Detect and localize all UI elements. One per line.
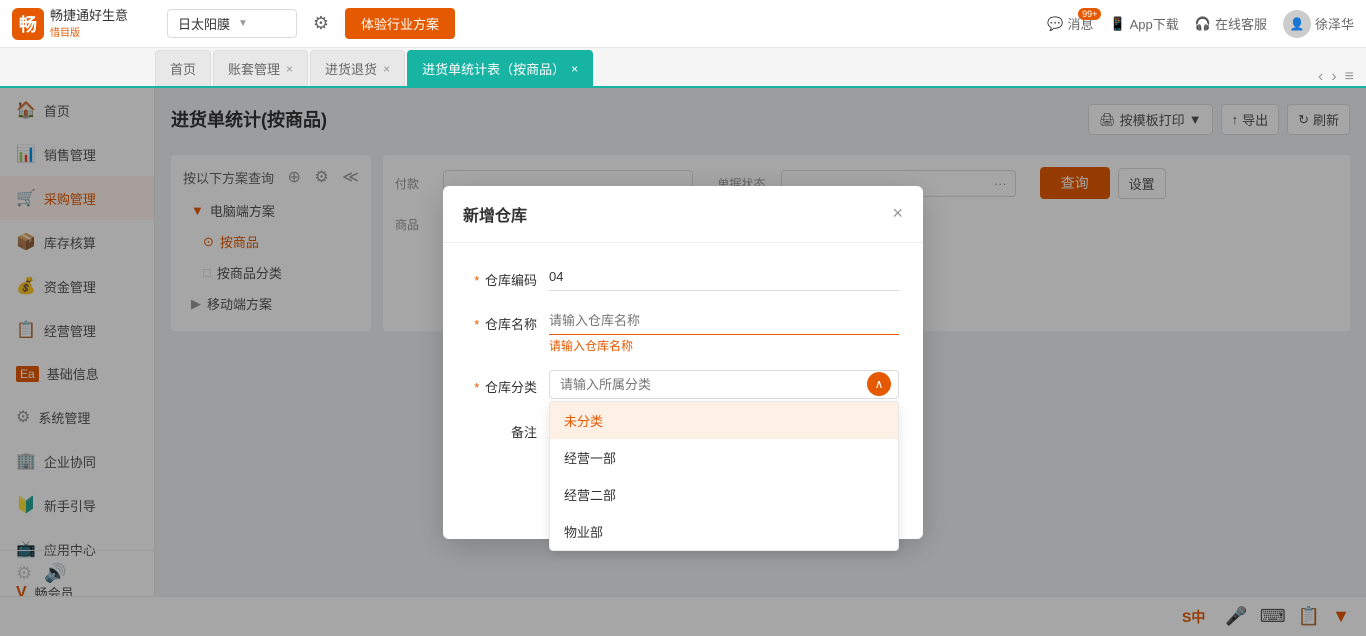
tab-purchase-stat-label: 进货单统计表（按商品）	[422, 59, 565, 78]
code-field-wrap	[549, 263, 899, 291]
logo-sub-text: 惜目版	[50, 24, 128, 39]
tab-purchase-stat[interactable]: 进货单统计表（按商品） ×	[407, 50, 593, 86]
trial-button[interactable]: 体验行业方案	[345, 8, 455, 39]
tab-accounts-label: 账套管理	[228, 59, 280, 78]
tab-purchase-return-label: 进货退货	[325, 59, 377, 78]
name-label: * 仓库名称	[467, 307, 537, 333]
dropdown-item-dept2[interactable]: 经营二部	[550, 476, 898, 513]
store-selector[interactable]: 日太阳膜 ▼	[167, 9, 297, 38]
online-service-btn[interactable]: 🎧 在线客服	[1195, 14, 1267, 33]
tab-home-label: 首页	[170, 59, 196, 78]
new-warehouse-modal: 新增仓库 × * 仓库编码 * 仓库名称	[443, 186, 923, 539]
tab-next-icon[interactable]: ›	[1331, 68, 1336, 86]
dropdown-item-unclassified[interactable]: 未分类	[550, 402, 898, 439]
tab-accounts[interactable]: 账套管理 ×	[213, 50, 308, 86]
message-icon: 💬	[1047, 16, 1063, 32]
phone-icon: 📱	[1109, 16, 1125, 32]
app-download-btn[interactable]: 📱 App下载	[1109, 14, 1178, 33]
notification-badge: 99+	[1078, 8, 1101, 20]
user-menu[interactable]: 👤 徐泽华	[1283, 10, 1354, 38]
category-field-group: * 仓库分类 ∧ 未分类 经营一部 经营二部 物业部	[467, 370, 899, 399]
gear-button[interactable]: ⚙	[305, 8, 337, 40]
code-field-group: * 仓库编码	[467, 263, 899, 291]
logo-main-text: 畅捷通好生意	[50, 8, 128, 25]
code-required-star: *	[474, 273, 479, 288]
tab-accounts-close[interactable]: ×	[286, 62, 293, 76]
tab-home[interactable]: 首页	[155, 50, 211, 86]
header-right: 💬 消息 99+ 📱 App下载 🎧 在线客服 👤 徐泽华	[1047, 10, 1354, 38]
category-dropdown: 未分类 经营一部 经营二部 物业部	[549, 401, 899, 551]
dropdown-item-dept1[interactable]: 经营一部	[550, 439, 898, 476]
logo-area: 畅 畅捷通好生意 惜目版	[12, 8, 167, 40]
tab-bar: 首页 账套管理 × 进货退货 × 进货单统计表（按商品） × ‹ › ≡	[0, 48, 1366, 88]
modal-close-btn[interactable]: ×	[892, 203, 903, 224]
modal-backdrop: 新增仓库 × * 仓库编码 * 仓库名称	[0, 88, 1366, 636]
remark-label: 备注	[467, 415, 537, 441]
user-avatar: 👤	[1283, 10, 1311, 38]
tab-purchase-return-close[interactable]: ×	[383, 62, 390, 76]
tab-menu-icon[interactable]: ≡	[1345, 68, 1354, 86]
tab-prev-icon[interactable]: ‹	[1318, 68, 1323, 86]
name-error-tip: 请输入仓库名称	[549, 337, 899, 354]
tab-bar-actions: ‹ › ≡	[1306, 68, 1366, 86]
tab-purchase-return[interactable]: 进货退货 ×	[310, 50, 405, 86]
modal-title: 新增仓库	[463, 202, 527, 226]
name-field-group: * 仓库名称 请输入仓库名称	[467, 307, 899, 354]
category-required-star: *	[474, 380, 479, 395]
tab-purchase-stat-close[interactable]: ×	[571, 62, 578, 76]
code-label: * 仓库编码	[467, 263, 537, 289]
category-label: * 仓库分类	[467, 370, 537, 396]
modal-body: * 仓库编码 * 仓库名称 请输入仓库名称	[443, 243, 923, 475]
modal-header: 新增仓库 ×	[443, 186, 923, 243]
logo-icon: 畅	[12, 8, 44, 40]
top-header: 畅 畅捷通好生意 惜目版 日太阳膜 ▼ ⚙ 体验行业方案 💬 消息 99+ 📱 …	[0, 0, 1366, 48]
category-select-wrap: ∧ 未分类 经营一部 经营二部 物业部	[549, 370, 899, 399]
name-required-star: *	[474, 317, 479, 332]
store-dropdown-arrow: ▼	[238, 18, 248, 29]
name-field-wrap: 请输入仓库名称	[549, 307, 899, 354]
code-input[interactable]	[549, 263, 899, 291]
dropdown-item-property[interactable]: 物业部	[550, 513, 898, 550]
logo-text: 畅捷通好生意 惜目版	[50, 8, 128, 40]
name-input[interactable]	[549, 307, 899, 335]
store-name: 日太阳膜	[178, 14, 230, 33]
category-toggle-btn[interactable]: ∧	[867, 372, 891, 396]
notification-btn[interactable]: 💬 消息 99+	[1047, 14, 1093, 33]
headset-icon: 🎧	[1195, 16, 1211, 32]
category-input[interactable]	[549, 370, 899, 399]
